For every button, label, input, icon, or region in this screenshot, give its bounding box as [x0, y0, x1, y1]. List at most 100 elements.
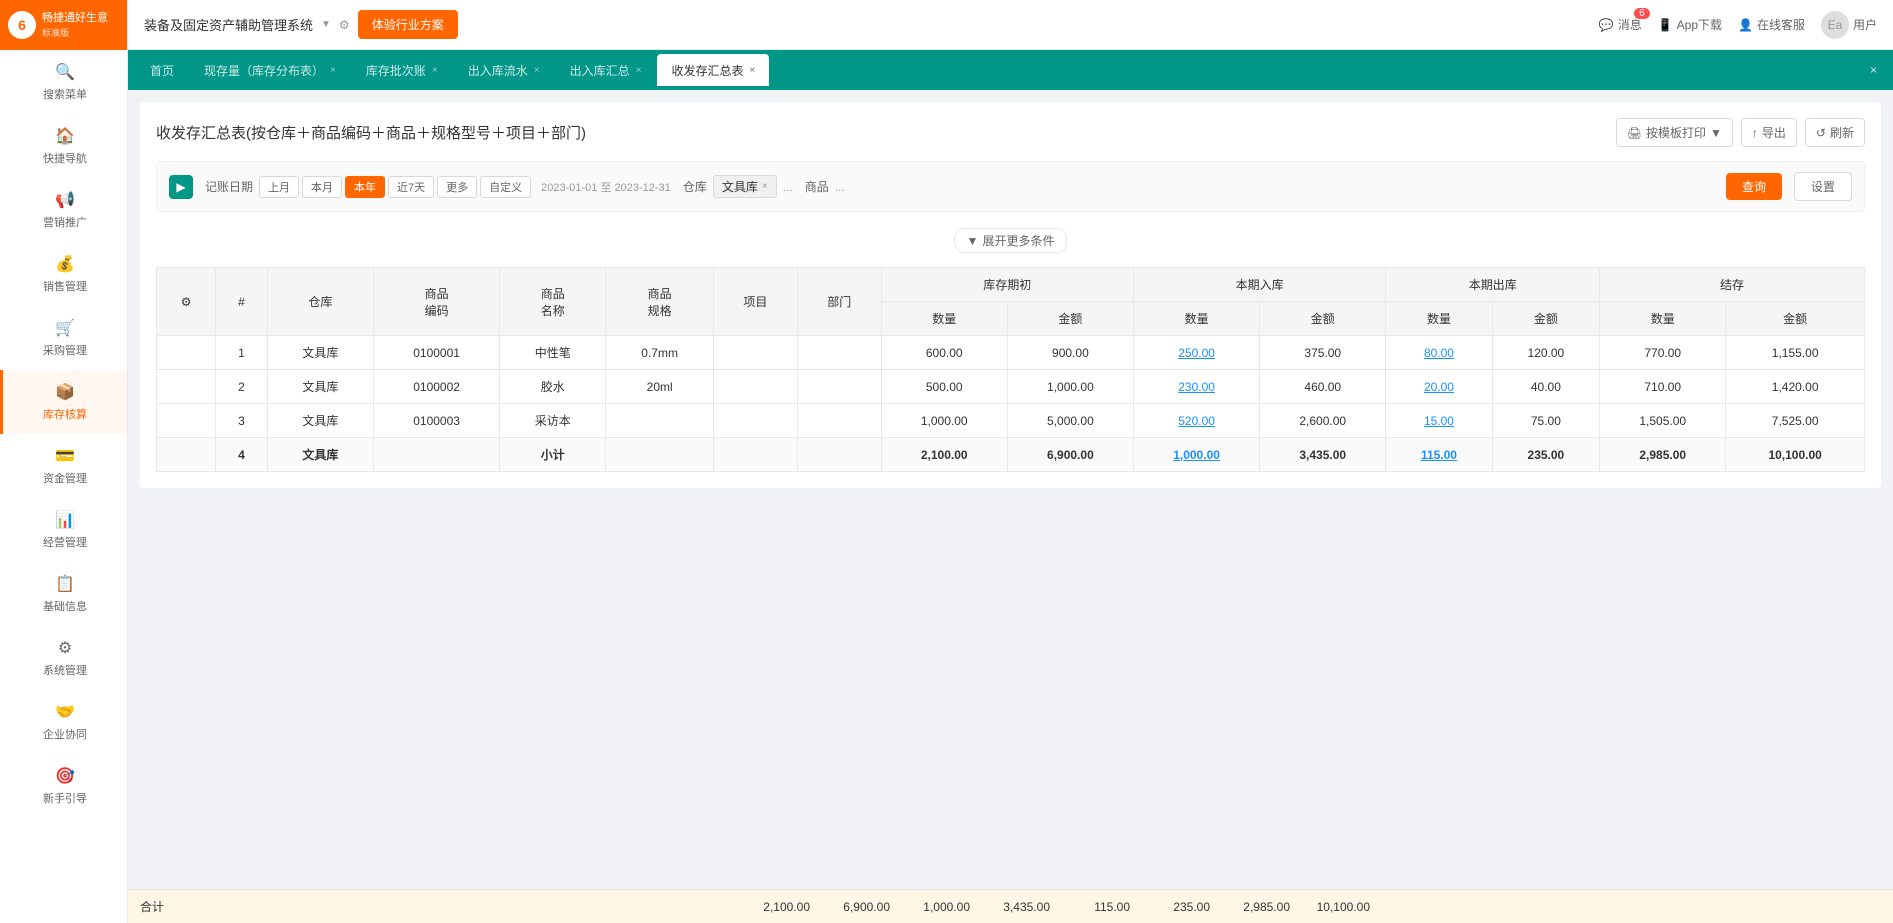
goods-label: 商品: [805, 178, 829, 195]
user-action[interactable]: Ea 用户: [1821, 11, 1877, 39]
sidebar-item-basic-info[interactable]: 📋 基础信息: [0, 562, 127, 626]
warehouse-more[interactable]: ...: [783, 180, 793, 194]
warehouse-tag-remove[interactable]: ×: [762, 181, 768, 192]
cell-no: 1: [216, 336, 268, 370]
th-settings[interactable]: ⚙: [157, 268, 216, 336]
sidebar-item-purchase[interactable]: 🛒 采购管理: [0, 306, 127, 370]
goods-more[interactable]: ...: [835, 180, 845, 194]
date-btn-7days[interactable]: 近7天: [388, 176, 434, 198]
filter-right: 查询 设置: [1726, 172, 1852, 201]
date-btn-this-month[interactable]: 本月: [302, 176, 342, 198]
tab-close-inout-summary[interactable]: ×: [636, 65, 642, 76]
sidebar-item-inventory[interactable]: 📦 库存核算: [0, 370, 127, 434]
cell-in-qty[interactable]: 520.00: [1133, 404, 1259, 438]
cell-close-qty: 1,505.00: [1600, 404, 1726, 438]
sidebar-item-quick-nav[interactable]: 🏠 快捷导航: [0, 114, 127, 178]
operations-label: 经营管理: [43, 534, 87, 550]
sidebar-item-marketing[interactable]: 📢 营销推广: [0, 178, 127, 242]
cell-open-qty: 1,000.00: [881, 404, 1007, 438]
sidebar-item-operations[interactable]: 📊 经营管理: [0, 498, 127, 562]
footer-out-qty: 115.00: [1060, 900, 1140, 914]
close-all-tabs-button[interactable]: ×: [1862, 63, 1885, 77]
settings-icon[interactable]: ⚙: [339, 18, 350, 32]
sidebar-item-sales[interactable]: 💰 销售管理: [0, 242, 127, 306]
message-action[interactable]: 💬 消息 6: [1599, 16, 1642, 33]
tab-inout-flow[interactable]: 出入库流水×: [454, 54, 554, 86]
query-button[interactable]: 查询: [1726, 173, 1782, 200]
th-close-qty: 数量: [1600, 302, 1726, 336]
export-icon: ↑: [1752, 126, 1758, 140]
tab-inventory-dist[interactable]: 现存量（库存分布表）×: [190, 54, 350, 86]
cell-in-amt: 375.00: [1260, 336, 1386, 370]
tab-receive-summary[interactable]: 收发存汇总表×: [657, 54, 769, 86]
tab-home[interactable]: 首页: [136, 54, 188, 86]
expand-label: 展开更多条件: [982, 232, 1054, 249]
th-code: 商品编码: [374, 268, 500, 336]
expand-icon: ▼: [967, 234, 979, 248]
sidebar-item-search[interactable]: 🔍 搜索菜单: [0, 50, 127, 114]
tab-batch[interactable]: 库存批次账×: [352, 54, 452, 86]
export-button[interactable]: ↑ 导出: [1741, 118, 1797, 147]
tab-close-receive-summary[interactable]: ×: [749, 65, 755, 76]
try-button[interactable]: 体验行业方案: [358, 10, 458, 39]
refresh-button[interactable]: ↺ 刷新: [1805, 118, 1865, 147]
system-title: 装备及固定资产辅助管理系统: [144, 15, 313, 34]
sub-in-qty[interactable]: 1,000.00: [1133, 438, 1259, 472]
sub-spec: [606, 438, 713, 472]
header-left: 装备及固定资产辅助管理系统 ▼ ⚙ 体验行业方案: [144, 10, 458, 39]
cell-warehouse: 文具库: [267, 404, 373, 438]
footer-out-amt: 235.00: [1140, 900, 1220, 914]
filter-settings-button[interactable]: 设置: [1794, 172, 1852, 201]
cell-code: 0100002: [374, 370, 500, 404]
sales-label: 销售管理: [43, 278, 87, 294]
sidebar-item-guide[interactable]: 🎯 新手引导: [0, 754, 127, 818]
online-service-action[interactable]: 👤 在线客服: [1738, 16, 1805, 33]
tab-close-batch[interactable]: ×: [432, 65, 438, 76]
sidebar-item-finance[interactable]: 💳 资金管理: [0, 434, 127, 498]
sales-icon: 💰: [55, 254, 75, 274]
search-icon: 🔍: [55, 62, 75, 82]
tab-close-inout-flow[interactable]: ×: [534, 65, 540, 76]
avatar: Ea: [1821, 11, 1849, 39]
sidebar-item-enterprise[interactable]: 🤝 企业协同: [0, 690, 127, 754]
th-close-amt: 金额: [1726, 302, 1865, 336]
footer-total-label: 合计: [140, 898, 740, 915]
cell-project: [713, 404, 797, 438]
th-in: 本期入库: [1133, 268, 1385, 302]
date-btn-this-year[interactable]: 本年: [345, 176, 385, 198]
purchase-icon: 🛒: [55, 318, 75, 338]
cell-in-qty[interactable]: 230.00: [1133, 370, 1259, 404]
cell-out-qty[interactable]: 15.00: [1386, 404, 1492, 438]
inventory-icon: 📦: [55, 382, 75, 402]
date-btn-more[interactable]: 更多: [437, 176, 477, 198]
filter-toggle-button[interactable]: ▶: [169, 175, 193, 199]
cell-out-qty[interactable]: 20.00: [1386, 370, 1492, 404]
sub-open-qty: 2,100.00: [881, 438, 1007, 472]
message-icon: 💬: [1599, 18, 1614, 32]
expand-row: ▼ 展开更多条件: [156, 222, 1865, 259]
cell-out-qty[interactable]: 80.00: [1386, 336, 1492, 370]
sidebar-item-system[interactable]: ⚙ 系统管理: [0, 626, 127, 690]
print-label: 按模板打印: [1646, 124, 1706, 141]
app-download-action[interactable]: 📱 App下载: [1658, 16, 1722, 33]
goods-filter-group: 商品 ...: [805, 178, 845, 195]
cell-project: [713, 370, 797, 404]
guide-label: 新手引导: [43, 790, 87, 806]
footer-open-amt: 6,900.00: [820, 900, 900, 914]
warehouse-tag[interactable]: 文具库 ×: [713, 175, 777, 198]
cell-in-qty[interactable]: 250.00: [1133, 336, 1259, 370]
date-btn-custom[interactable]: 自定义: [480, 176, 531, 198]
warehouse-label: 仓库: [683, 178, 707, 195]
expand-conditions-button[interactable]: ▼ 展开更多条件: [954, 228, 1068, 253]
filter-toggle-icon: ▶: [176, 180, 185, 194]
system-dropdown[interactable]: ▼: [321, 19, 331, 30]
tab-close-inventory-dist[interactable]: ×: [330, 65, 336, 76]
sub-code: [374, 438, 500, 472]
print-dropdown-icon: ▼: [1710, 126, 1722, 140]
sub-out-qty[interactable]: 115.00: [1386, 438, 1492, 472]
print-button[interactable]: 🖨 按模板打印 ▼: [1616, 118, 1733, 147]
sub-dept: [797, 438, 881, 472]
th-opening: 库存期初: [881, 268, 1133, 302]
tab-inout-summary[interactable]: 出入库汇总×: [556, 54, 656, 86]
date-btn-last-month[interactable]: 上月: [259, 176, 299, 198]
